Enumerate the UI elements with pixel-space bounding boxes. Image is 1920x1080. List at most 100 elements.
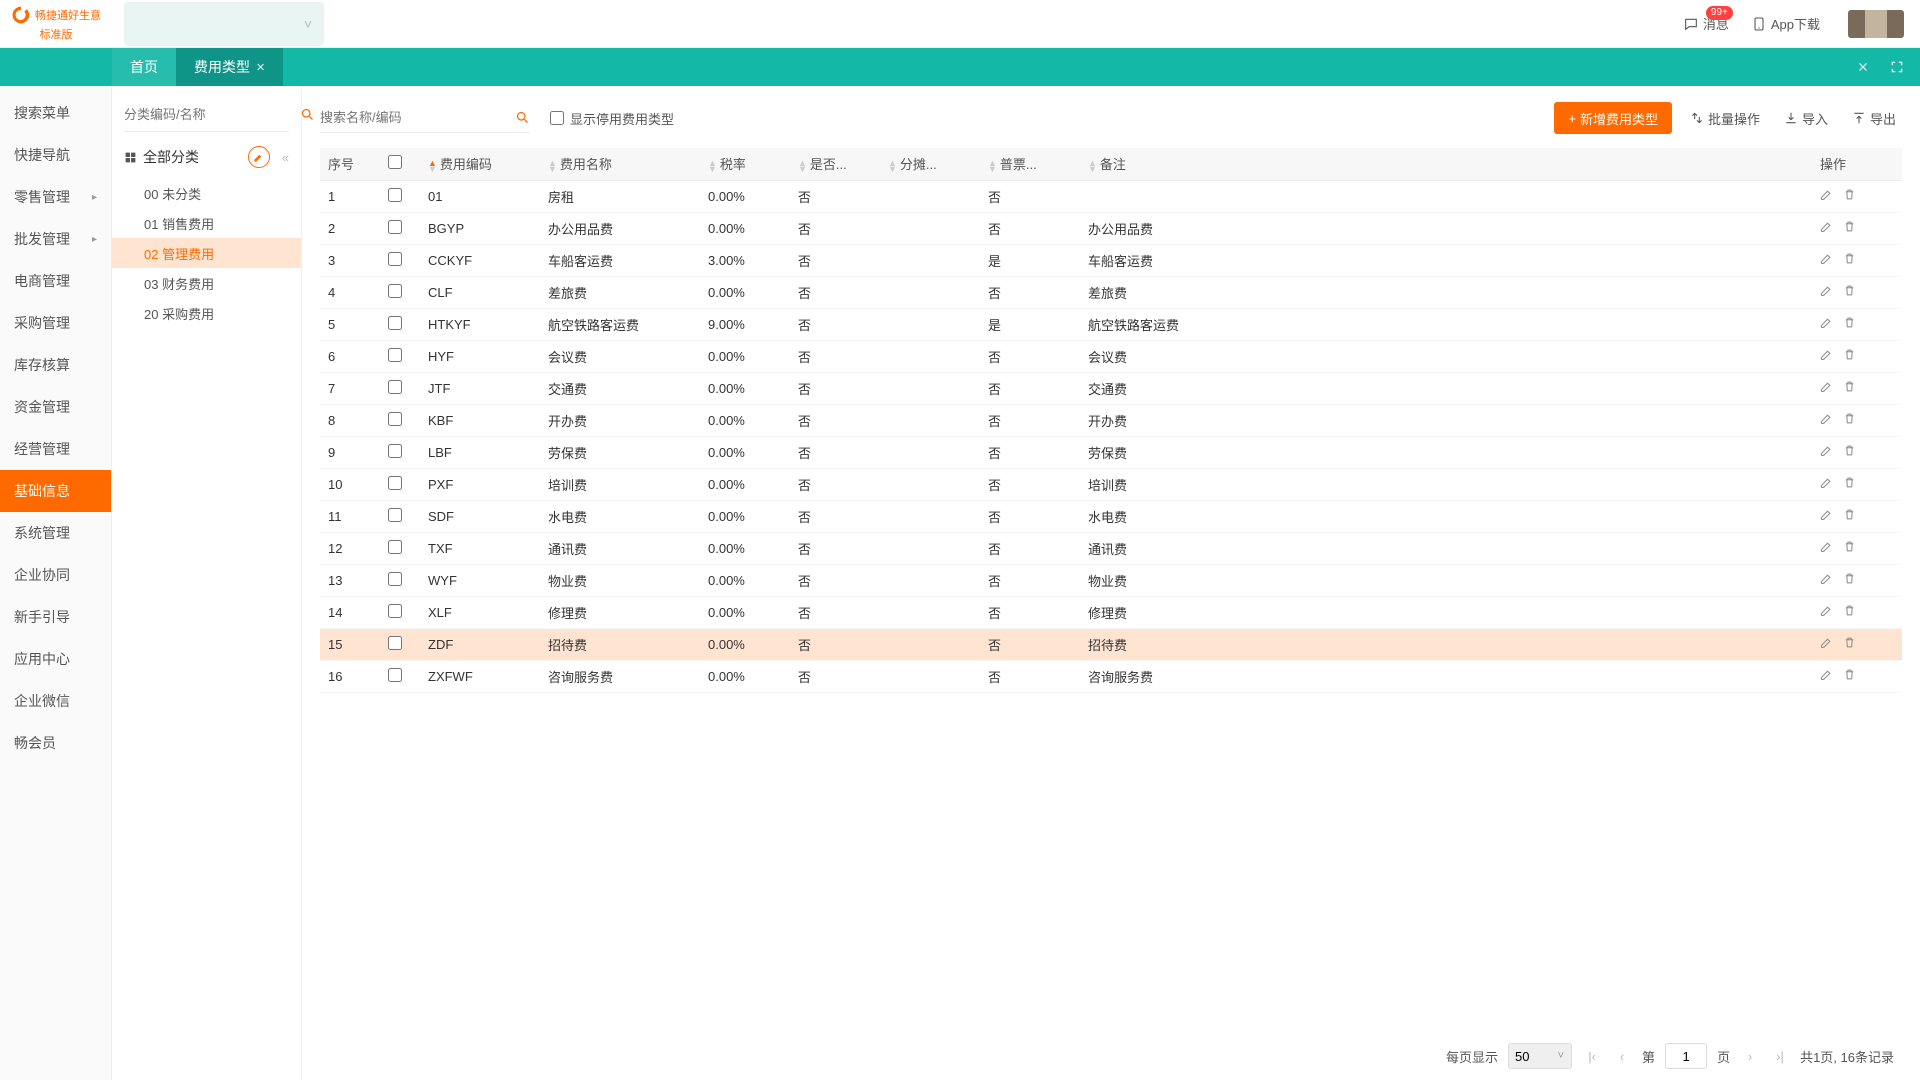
table-row[interactable]: 11SDF水电费0.00%否否水电费 bbox=[320, 500, 1902, 532]
batch-action-button[interactable]: 批量操作 bbox=[1684, 109, 1766, 128]
page-input[interactable] bbox=[1665, 1043, 1707, 1069]
edit-icon[interactable] bbox=[1820, 444, 1833, 457]
table-row[interactable]: 14XLF修理费0.00%否否修理费 bbox=[320, 596, 1902, 628]
column-remark[interactable]: ▲▼备注 bbox=[1080, 148, 1812, 180]
nav-item-搜索菜单[interactable]: 搜索菜单 bbox=[0, 92, 111, 134]
fullscreen-icon[interactable] bbox=[1886, 56, 1908, 78]
row-checkbox[interactable] bbox=[388, 636, 402, 650]
nav-item-资金管理[interactable]: 资金管理 bbox=[0, 386, 111, 428]
column-seq[interactable]: 序号 bbox=[320, 148, 380, 180]
import-button[interactable]: 导入 bbox=[1778, 109, 1834, 128]
row-checkbox[interactable] bbox=[388, 604, 402, 618]
tab-费用类型[interactable]: 费用类型✕ bbox=[176, 48, 283, 86]
search-input[interactable] bbox=[320, 110, 515, 125]
row-checkbox[interactable] bbox=[388, 572, 402, 586]
table-row[interactable]: 15ZDF招待费0.00%否否招待费 bbox=[320, 628, 1902, 660]
delete-icon[interactable] bbox=[1843, 348, 1856, 361]
delete-icon[interactable] bbox=[1843, 188, 1856, 201]
edit-icon[interactable] bbox=[1820, 252, 1833, 265]
column-bool1[interactable]: ▲▼是否... bbox=[790, 148, 880, 180]
table-row[interactable]: 4CLF差旅费0.00%否否差旅费 bbox=[320, 276, 1902, 308]
per-page-select[interactable]: 50 bbox=[1508, 1043, 1572, 1069]
edit-icon[interactable] bbox=[1820, 540, 1833, 553]
prev-page-button[interactable]: ‹ bbox=[1612, 1046, 1632, 1066]
row-checkbox[interactable] bbox=[388, 316, 402, 330]
table-row[interactable]: 16ZXFWF咨询服务费0.00%否否咨询服务费 bbox=[320, 660, 1902, 692]
table-row[interactable]: 3CCKYF车船客运费3.00%否是车船客运费 bbox=[320, 244, 1902, 276]
first-page-button[interactable]: |‹ bbox=[1582, 1046, 1602, 1066]
delete-icon[interactable] bbox=[1843, 476, 1856, 489]
table-row[interactable]: 7JTF交通费0.00%否否交通费 bbox=[320, 372, 1902, 404]
table-row[interactable]: 6HYF会议费0.00%否否会议费 bbox=[320, 340, 1902, 372]
all-categories-label[interactable]: 全部分类 bbox=[143, 147, 199, 167]
nav-item-企业协同[interactable]: 企业协同 bbox=[0, 554, 111, 596]
nav-item-应用中心[interactable]: 应用中心 bbox=[0, 638, 111, 680]
row-checkbox[interactable] bbox=[388, 380, 402, 394]
select-all-checkbox[interactable] bbox=[388, 155, 402, 169]
nav-item-零售管理[interactable]: 零售管理▸ bbox=[0, 176, 111, 218]
tab-首页[interactable]: 首页 bbox=[112, 48, 176, 86]
delete-icon[interactable] bbox=[1843, 604, 1856, 617]
search-icon[interactable] bbox=[515, 110, 530, 125]
nav-item-畅会员[interactable]: 畅会员 bbox=[0, 722, 111, 764]
edit-icon[interactable] bbox=[1820, 572, 1833, 585]
table-row[interactable]: 12TXF通讯费0.00%否否通讯费 bbox=[320, 532, 1902, 564]
row-checkbox[interactable] bbox=[388, 252, 402, 266]
edit-icon[interactable] bbox=[1820, 188, 1833, 201]
delete-icon[interactable] bbox=[1843, 220, 1856, 233]
delete-icon[interactable] bbox=[1843, 316, 1856, 329]
table-row[interactable]: 101房租0.00%否否 bbox=[320, 180, 1902, 212]
nav-item-采购管理[interactable]: 采购管理 bbox=[0, 302, 111, 344]
nav-item-新手引导[interactable]: 新手引导 bbox=[0, 596, 111, 638]
edit-icon[interactable] bbox=[1820, 508, 1833, 521]
category-item[interactable]: 00 未分类 bbox=[112, 178, 301, 208]
delete-icon[interactable] bbox=[1843, 540, 1856, 553]
row-checkbox[interactable] bbox=[388, 508, 402, 522]
app-download-button[interactable]: App下载 bbox=[1751, 14, 1820, 33]
last-page-button[interactable]: ›| bbox=[1770, 1046, 1790, 1066]
category-search-input[interactable] bbox=[124, 107, 300, 122]
org-selector[interactable]: ˅ bbox=[124, 2, 324, 46]
delete-icon[interactable] bbox=[1843, 380, 1856, 393]
nav-item-批发管理[interactable]: 批发管理▸ bbox=[0, 218, 111, 260]
close-all-tabs-icon[interactable] bbox=[1852, 56, 1874, 78]
edit-icon[interactable] bbox=[1820, 348, 1833, 361]
edit-icon[interactable] bbox=[1820, 316, 1833, 329]
category-item[interactable]: 20 采购费用 bbox=[112, 298, 301, 328]
table-row[interactable]: 5HTKYF航空铁路客运费9.00%否是航空铁路客运费 bbox=[320, 308, 1902, 340]
delete-icon[interactable] bbox=[1843, 444, 1856, 457]
show-disabled-checkbox[interactable]: 显示停用费用类型 bbox=[550, 109, 674, 128]
nav-item-系统管理[interactable]: 系统管理 bbox=[0, 512, 111, 554]
category-item[interactable]: 01 销售费用 bbox=[112, 208, 301, 238]
user-avatar[interactable] bbox=[1848, 10, 1904, 38]
nav-item-库存核算[interactable]: 库存核算 bbox=[0, 344, 111, 386]
nav-item-电商管理[interactable]: 电商管理 bbox=[0, 260, 111, 302]
add-fee-type-button[interactable]: + 新增费用类型 bbox=[1554, 102, 1672, 134]
row-checkbox[interactable] bbox=[388, 220, 402, 234]
next-page-button[interactable]: › bbox=[1740, 1046, 1760, 1066]
delete-icon[interactable] bbox=[1843, 572, 1856, 585]
column-apportion[interactable]: ▲▼分摊... bbox=[880, 148, 980, 180]
edit-icon[interactable] bbox=[1820, 636, 1833, 649]
delete-icon[interactable] bbox=[1843, 284, 1856, 297]
row-checkbox[interactable] bbox=[388, 444, 402, 458]
row-checkbox[interactable] bbox=[388, 668, 402, 682]
row-checkbox[interactable] bbox=[388, 348, 402, 362]
edit-icon[interactable] bbox=[1820, 668, 1833, 681]
close-icon[interactable]: ✕ bbox=[256, 61, 265, 74]
table-row[interactable]: 13WYF物业费0.00%否否物业费 bbox=[320, 564, 1902, 596]
table-row[interactable]: 2BGYP办公用品费0.00%否否办公用品费 bbox=[320, 212, 1902, 244]
nav-item-企业微信[interactable]: 企业微信 bbox=[0, 680, 111, 722]
delete-icon[interactable] bbox=[1843, 668, 1856, 681]
edit-icon[interactable] bbox=[1820, 604, 1833, 617]
category-item[interactable]: 02 管理费用 bbox=[112, 238, 301, 268]
nav-item-经营管理[interactable]: 经营管理 bbox=[0, 428, 111, 470]
table-row[interactable]: 9LBF劳保费0.00%否否劳保费 bbox=[320, 436, 1902, 468]
column-ticket[interactable]: ▲▼普票... bbox=[980, 148, 1080, 180]
messages-button[interactable]: 消息 99+ bbox=[1683, 14, 1729, 33]
row-checkbox[interactable] bbox=[388, 540, 402, 554]
nav-item-基础信息[interactable]: 基础信息 bbox=[0, 470, 111, 512]
delete-icon[interactable] bbox=[1843, 508, 1856, 521]
row-checkbox[interactable] bbox=[388, 476, 402, 490]
edit-icon[interactable] bbox=[1820, 284, 1833, 297]
